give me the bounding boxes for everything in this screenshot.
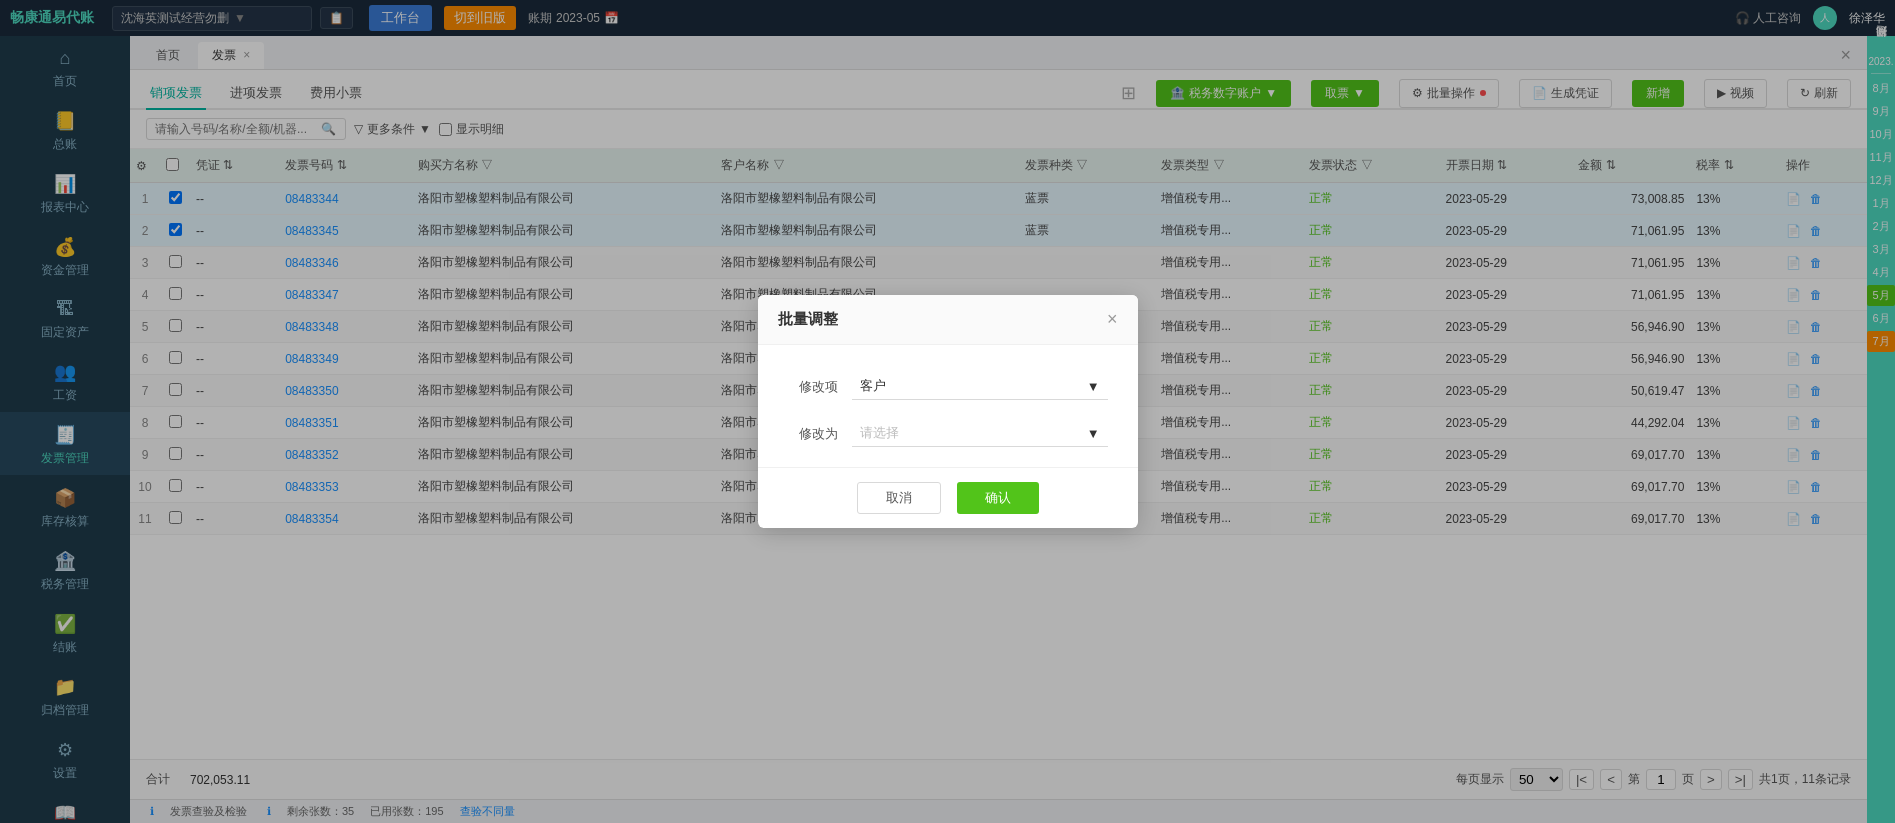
modal-body: 修改项 客户 ▼ 修改为 请选择 ▼ bbox=[758, 345, 1138, 467]
modal-title: 批量调整 bbox=[778, 310, 838, 329]
modify-item-select[interactable]: 客户 ▼ bbox=[852, 373, 1108, 400]
modal-header: 批量调整 × bbox=[758, 295, 1138, 345]
modify-item-value: 客户 bbox=[860, 377, 886, 395]
chevron-down-icon: ▼ bbox=[1087, 379, 1100, 394]
modify-to-label: 修改为 bbox=[788, 425, 838, 443]
modal-field-modify-item: 修改项 客户 ▼ bbox=[788, 373, 1108, 400]
modal-field-modify-to: 修改为 请选择 ▼ bbox=[788, 420, 1108, 447]
cancel-button[interactable]: 取消 bbox=[857, 482, 941, 514]
batch-adjust-modal: 批量调整 × 修改项 客户 ▼ 修改为 请选择 ▼ 取消 确认 bbox=[758, 295, 1138, 528]
confirm-button[interactable]: 确认 bbox=[957, 482, 1039, 514]
modify-to-placeholder: 请选择 bbox=[860, 424, 899, 442]
modify-item-label: 修改项 bbox=[788, 378, 838, 396]
modal-overlay: 批量调整 × 修改项 客户 ▼ 修改为 请选择 ▼ 取消 确认 bbox=[0, 0, 1895, 823]
modify-to-select[interactable]: 请选择 ▼ bbox=[852, 420, 1108, 447]
modal-footer: 取消 确认 bbox=[758, 467, 1138, 528]
modal-close-button[interactable]: × bbox=[1107, 309, 1118, 330]
chevron-down-icon: ▼ bbox=[1087, 426, 1100, 441]
